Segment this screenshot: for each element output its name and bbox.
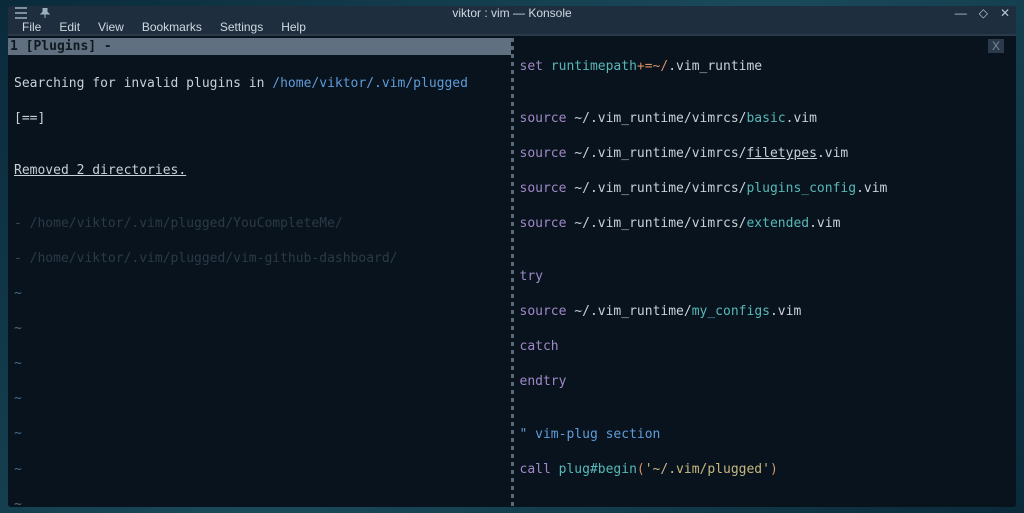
maximize-button[interactable]: ◇ xyxy=(979,6,988,20)
menubar: File Edit View Bookmarks Settings Help xyxy=(8,20,1016,34)
tilde-line: ~ xyxy=(14,390,505,408)
pin-icon[interactable] xyxy=(38,6,52,20)
code-line: " vim-plug section xyxy=(520,426,1011,444)
tilde-line: ~ xyxy=(14,355,505,373)
tilde-line: ~ xyxy=(14,285,505,303)
code-line: source ~/.vim_runtime/vimrcs/basic.vim xyxy=(520,110,1011,128)
right-content[interactable]: set runtimepath+=~/.vim_runtime source ~… xyxy=(514,38,1017,507)
code-line: set runtimepath+=~/.vim_runtime xyxy=(520,58,1011,76)
menu-settings[interactable]: Settings xyxy=(220,20,263,34)
code-line: endtry xyxy=(520,373,1011,391)
titlebar-left xyxy=(14,6,52,20)
konsole-window: viktor : vim — Konsole — ◇ ✕ File Edit V… xyxy=(8,6,1016,507)
tilde-line: ~ xyxy=(14,496,505,507)
text-line: - /home/viktor/.vim/plugged/YouCompleteM… xyxy=(14,215,505,233)
text-line: Searching for invalid plugins in /home/v… xyxy=(14,75,505,93)
tilde-line: ~ xyxy=(14,320,505,338)
right-pane[interactable]: set runtimepath+=~/.vim_runtime source ~… xyxy=(514,38,1017,507)
buffer-line-left: 1 [Plugins] - xyxy=(8,38,511,55)
code-line: source ~/.vim_runtime/vimrcs/extended.vi… xyxy=(520,215,1011,233)
close-button[interactable]: ✕ xyxy=(1000,6,1010,20)
code-line: try xyxy=(520,268,1011,286)
minimize-button[interactable]: — xyxy=(955,6,967,20)
menu-file[interactable]: File xyxy=(22,20,41,34)
tilde-line: ~ xyxy=(14,425,505,443)
menu-view[interactable]: View xyxy=(98,20,124,34)
menu-help[interactable]: Help xyxy=(281,20,306,34)
terminal-area: X 1 [Plugins] - Searching for invalid pl… xyxy=(8,34,1016,507)
code-line: source ~/.vim_runtime/vimrcs/plugins_con… xyxy=(520,180,1011,198)
app-menu-icon[interactable] xyxy=(14,6,28,20)
buffer-label: 1 [Plugins] - xyxy=(10,39,112,54)
left-pane[interactable]: 1 [Plugins] - Searching for invalid plug… xyxy=(8,38,511,507)
code-line: source ~/.vim_runtime/my_configs.vim xyxy=(520,303,1011,321)
text-line: - /home/viktor/.vim/plugged/vim-github-d… xyxy=(14,250,505,268)
titlebar[interactable]: viktor : vim — Konsole — ◇ ✕ xyxy=(8,6,1016,20)
menu-bookmarks[interactable]: Bookmarks xyxy=(142,20,202,34)
text-line: [==] xyxy=(14,110,505,128)
window-title: viktor : vim — Konsole xyxy=(452,6,571,20)
menu-edit[interactable]: Edit xyxy=(59,20,80,34)
code-line: source ~/.vim_runtime/vimrcs/filetypes.v… xyxy=(520,145,1011,163)
code-line: call plug#begin('~/.vim/plugged') xyxy=(520,461,1011,479)
tilde-line: ~ xyxy=(14,461,505,479)
window-controls: — ◇ ✕ xyxy=(955,6,1010,20)
left-content[interactable]: Searching for invalid plugins in /home/v… xyxy=(8,55,511,507)
text-line: Removed 2 directories. xyxy=(14,162,505,180)
code-line: catch xyxy=(520,338,1011,356)
